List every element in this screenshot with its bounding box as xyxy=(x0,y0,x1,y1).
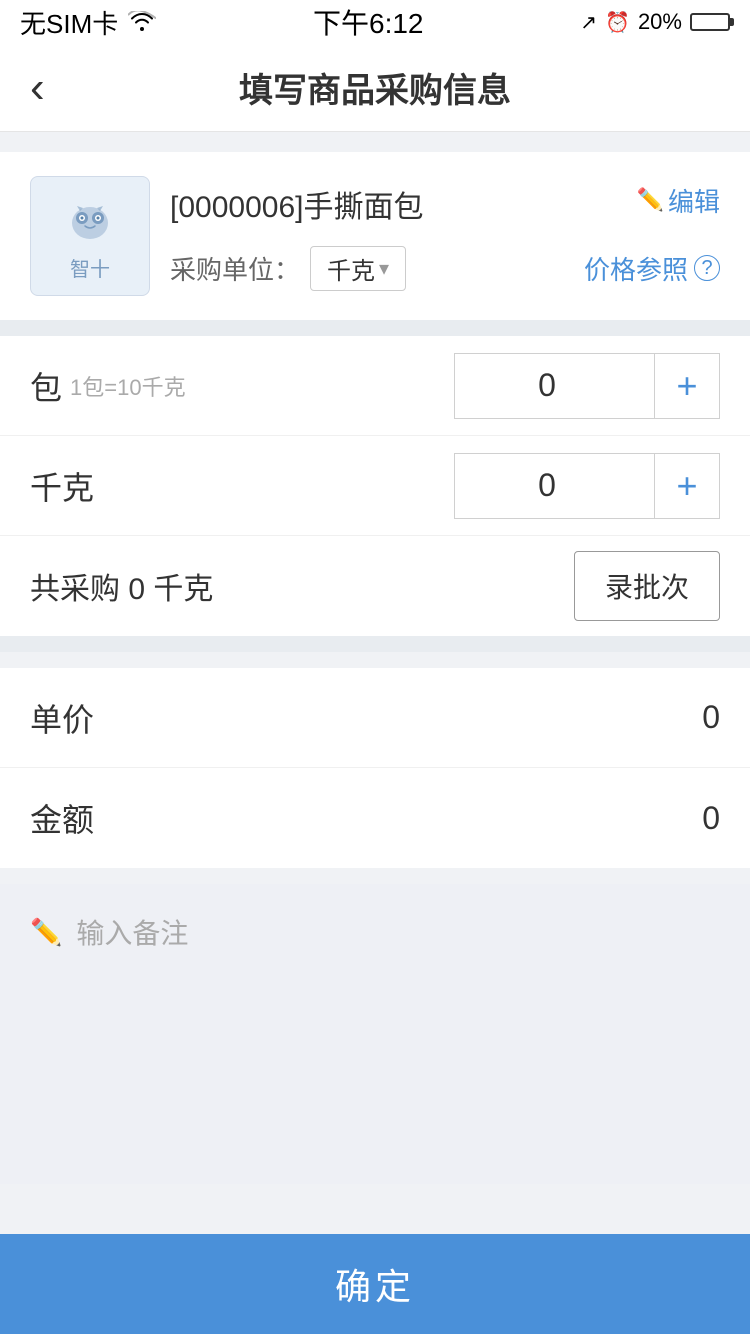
nav-bar: ‹ 填写商品采购信息 xyxy=(0,44,750,132)
bao-sublabel: 1包=10千克 xyxy=(70,370,186,402)
status-bar: 无SIM卡 下午6:12 ↗ ⏰ 20% xyxy=(0,0,750,44)
price-section: 单价 0 金额 0 xyxy=(0,668,750,868)
summary-row: 共采购 0 千克 录批次 xyxy=(0,536,750,636)
status-left: 无SIM卡 xyxy=(20,4,156,41)
product-image: 智十 xyxy=(30,176,150,296)
price-ref-info-icon: ? xyxy=(694,255,720,281)
page-title: 填写商品采购信息 xyxy=(239,63,511,112)
battery-percent: 20% xyxy=(638,9,682,35)
alarm-icon: ⏰ xyxy=(605,10,630,35)
notes-placeholder: 输入备注 xyxy=(76,912,188,952)
back-button[interactable]: ‹ xyxy=(30,66,45,110)
kg-input[interactable] xyxy=(454,453,654,519)
wifi-icon xyxy=(128,7,156,38)
unit-price-value: 0 xyxy=(702,699,720,736)
unit-price-row: 单价 0 xyxy=(0,668,750,768)
kg-input-row: 千克 + xyxy=(0,436,750,536)
price-ref-button[interactable]: 价格参照 ? xyxy=(584,250,720,287)
bao-input-row: 包 1包=10千克 + xyxy=(0,336,750,436)
notes-section: ✏️ 输入备注 xyxy=(0,884,750,1184)
price-ref-label: 价格参照 xyxy=(584,250,688,287)
kg-plus-button[interactable]: + xyxy=(654,453,720,519)
bao-plus-button[interactable]: + xyxy=(654,353,720,419)
kg-input-wrap: + xyxy=(454,453,720,519)
unit-label: 采购单位： xyxy=(170,250,300,287)
amount-label: 金额 xyxy=(30,795,94,841)
status-time: 下午6:12 xyxy=(313,2,424,42)
unit-price-label: 单价 xyxy=(30,695,94,741)
input-section: 包 1包=10千克 + 千克 + 共采购 0 千克 录批次 xyxy=(0,336,750,636)
carrier-label: 无SIM卡 xyxy=(20,4,118,41)
product-full-name: [0000006]手撕面包 xyxy=(170,182,423,226)
location-icon: ↗ xyxy=(580,10,597,35)
section-divider-1 xyxy=(0,320,750,336)
record-batch-button[interactable]: 录批次 xyxy=(574,551,720,621)
bao-label: 包 xyxy=(30,363,62,409)
confirm-button[interactable]: 确定 xyxy=(0,1234,750,1334)
product-card: 智十 [0000006]手撕面包 ✏️ 编辑 采购单位： 千克 ▾ 价格参照 ? xyxy=(0,152,750,320)
product-info: [0000006]手撕面包 ✏️ 编辑 采购单位： 千克 ▾ 价格参照 ? xyxy=(170,182,720,291)
status-right: ↗ ⏰ 20% xyxy=(580,9,730,35)
battery-icon xyxy=(690,13,730,31)
edit-icon: ✏️ xyxy=(637,187,664,213)
summary-label: 共采购 0 千克 xyxy=(30,564,213,608)
product-unit-row: 采购单位： 千克 ▾ 价格参照 ? xyxy=(170,246,720,291)
pencil-icon: ✏️ xyxy=(30,917,62,948)
section-divider-2 xyxy=(0,636,750,652)
amount-value: 0 xyxy=(702,800,720,837)
edit-label: 编辑 xyxy=(668,182,720,219)
kg-label: 千克 xyxy=(30,463,94,509)
notes-input-area[interactable]: ✏️ 输入备注 xyxy=(30,912,720,952)
unit-value: 千克 xyxy=(327,251,375,286)
product-thumbnail-icon xyxy=(60,191,120,251)
bao-input[interactable] xyxy=(454,353,654,419)
product-image-label: 智十 xyxy=(70,253,110,282)
unit-select[interactable]: 千克 ▾ xyxy=(310,246,406,291)
amount-row: 金额 0 xyxy=(0,768,750,868)
unit-dropdown-arrow: ▾ xyxy=(379,256,389,281)
bao-input-wrap: + xyxy=(454,353,720,419)
edit-button[interactable]: ✏️ 编辑 xyxy=(637,182,720,219)
